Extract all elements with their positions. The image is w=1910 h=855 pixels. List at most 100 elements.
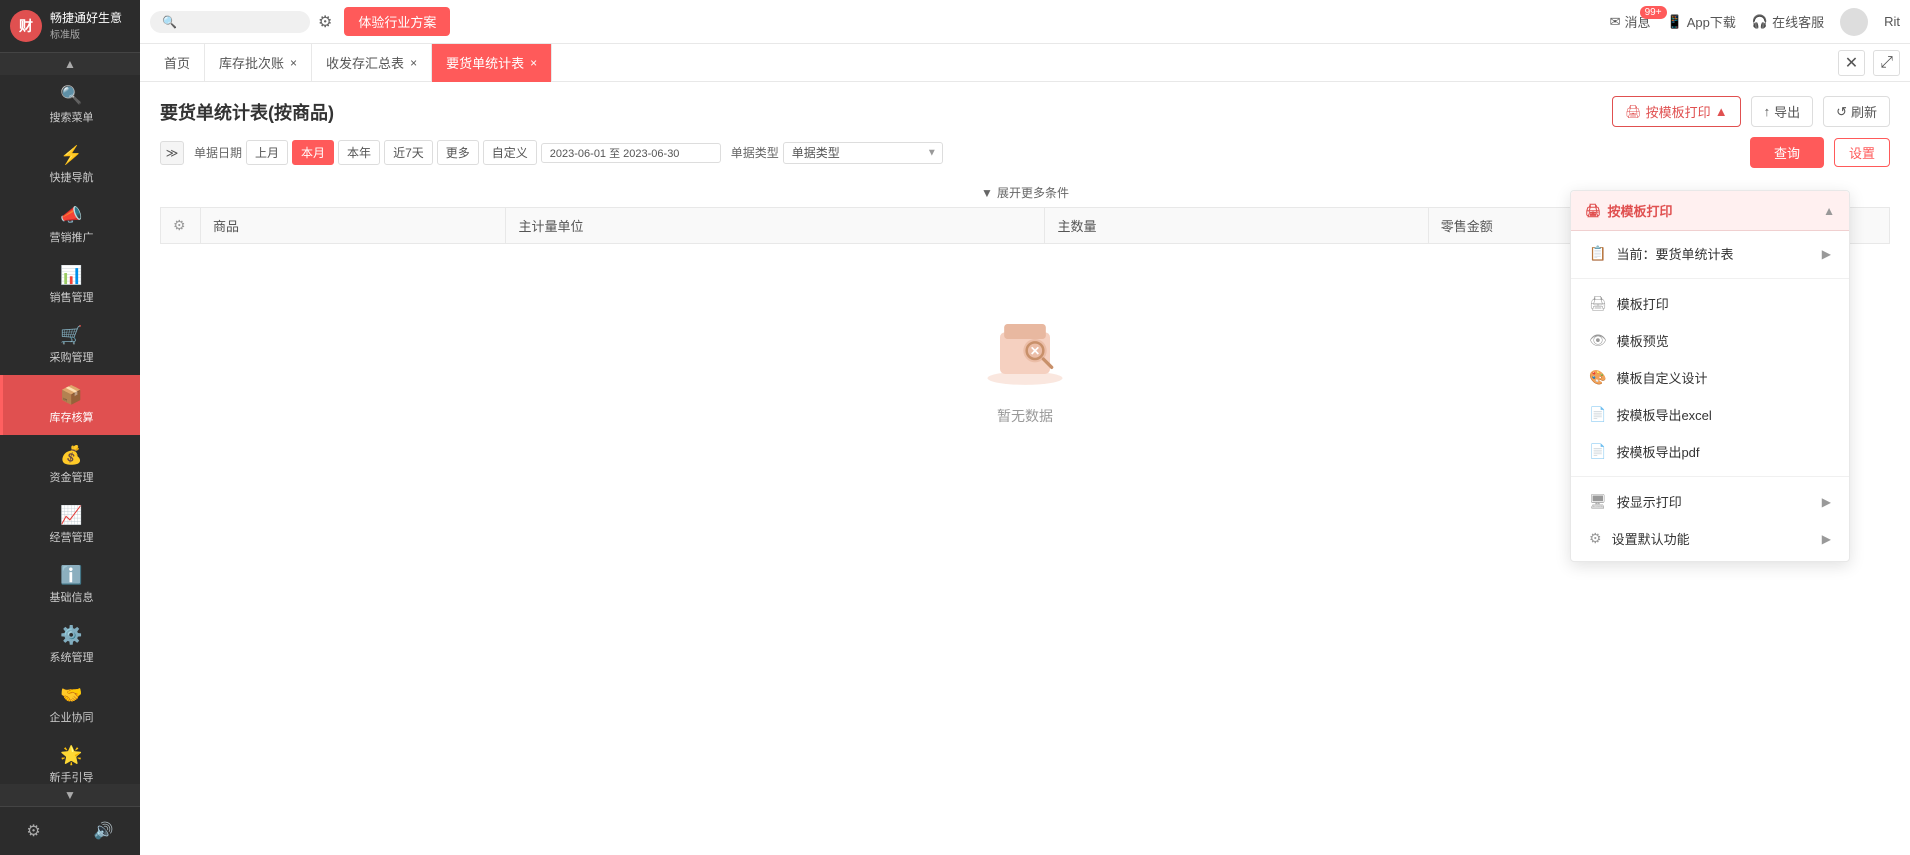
tab-batch-close[interactable]: × <box>290 56 297 70</box>
dropdown-current-section: 📋 当前：要货单统计表 ▶ <box>1571 231 1849 276</box>
sidebar-item-enterprise[interactable]: 🤝 企业协同 <box>0 675 140 735</box>
empty-text: 暂无数据 <box>997 406 1053 426</box>
sidebar-item-shortcut[interactable]: ⚡ 快捷导航 <box>0 135 140 195</box>
th-qty: 主数量 <box>1045 208 1428 244</box>
dropdown-default-func[interactable]: ⚙ 设置默认功能 ▶ <box>1571 520 1849 557</box>
guide-nav-icon: 🌟 <box>60 745 82 766</box>
system-nav-icon: ⚙️ <box>60 625 82 646</box>
date-btn-this-year[interactable]: 本年 <box>338 140 380 165</box>
scroll-down-button[interactable]: ▼ <box>64 788 76 802</box>
date-btn-custom[interactable]: 自定义 <box>483 140 537 165</box>
inventory-nav-icon: 📦 <box>60 385 82 406</box>
online-service-button[interactable]: 🎧 在线客服 <box>1752 12 1824 31</box>
messages-icon: ✉ <box>1610 14 1621 30</box>
date-range-input[interactable] <box>541 143 721 163</box>
scroll-up-button[interactable]: ▲ <box>64 57 76 71</box>
tab-home[interactable]: 首页 <box>150 44 205 82</box>
purchase-nav-icon: 🛒 <box>60 325 82 346</box>
sidebar: 财 畅捷通好生意 标准版 ▲ 🔍 搜索菜单 ⚡ 快捷导航 📣 营销推广 📊 销售… <box>0 0 140 855</box>
tab-order-stats-close[interactable]: × <box>530 56 537 70</box>
template-pdf-label: 按模板导出pdf <box>1616 442 1699 461</box>
sidebar-item-finance[interactable]: 💰 资金管理 <box>0 435 140 495</box>
logo-text-block: 畅捷通好生意 标准版 <box>50 11 122 42</box>
dropdown-print-icon: 🖨 <box>1585 203 1602 219</box>
dropdown-display-left: 🖥 按显示打印 <box>1589 492 1682 511</box>
sidebar-item-sales[interactable]: 📊 销售管理 <box>0 255 140 315</box>
tab-order-stats[interactable]: 要货单统计表 × <box>432 44 552 82</box>
print-button[interactable]: 🖨 按模板打印 ▲ <box>1612 96 1740 127</box>
settings-icon[interactable]: ⚙ <box>22 817 44 845</box>
dropdown-current-label: 当前：要货单统计表 <box>1616 244 1733 263</box>
date-filter-group: 单据日期 上月 本月 本年 近7天 更多 自定义 <box>194 140 721 165</box>
table-gear-icon[interactable]: ⚙ <box>173 217 186 233</box>
dropdown-item-template-design[interactable]: 🎨 模板自定义设计 <box>1571 359 1849 396</box>
tabs-bar: 首页 库存批次账 × 收发存汇总表 × 要货单统计表 × ✕ ⤢ <box>140 44 1910 82</box>
date-btn-more[interactable]: 更多 <box>437 140 479 165</box>
sidebar-item-label-basic: 基础信息 <box>50 589 94 605</box>
sidebar-item-search[interactable]: 🔍 搜索菜单 <box>0 75 140 135</box>
dropdown-current-item[interactable]: 📋 当前：要货单统计表 ▶ <box>1571 235 1849 272</box>
print-label: 按模板打印 <box>1646 102 1711 121</box>
tab-expand-button[interactable]: ⤢ <box>1873 50 1900 76</box>
tab-receipts[interactable]: 收发存汇总表 × <box>312 44 432 82</box>
display-print-icon: 🖥 <box>1589 493 1607 510</box>
username-label[interactable]: Rit <box>1884 14 1900 29</box>
action-buttons: 查询 设置 <box>1750 137 1890 168</box>
topbar-gear-icon[interactable]: ⚙ <box>318 12 332 32</box>
sidebar-item-marketing[interactable]: 📣 营销推广 <box>0 195 140 255</box>
app-download-icon: 📱 <box>1667 14 1683 30</box>
template-preview-label: 模板预览 <box>1617 331 1669 350</box>
scroll-up-area: ▲ <box>0 53 140 75</box>
export-label: 导出 <box>1774 102 1800 121</box>
sound-icon[interactable]: 🔊 <box>90 817 118 845</box>
page-title: 要货单统计表(按商品) <box>160 99 334 125</box>
header-actions: 🖨 按模板打印 ▲ ↑ 导出 ↺ 刷新 <box>1612 96 1890 127</box>
tab-receipts-close[interactable]: × <box>410 56 417 70</box>
trial-button[interactable]: 体验行业方案 <box>344 7 450 36</box>
filter-expand-icon-btn[interactable]: ≫ <box>160 141 184 165</box>
dropdown-item-template-excel[interactable]: 📄 按模板导出excel <box>1571 396 1849 433</box>
refresh-label: 刷新 <box>1851 102 1877 121</box>
export-button[interactable]: ↑ 导出 <box>1751 96 1814 127</box>
dropdown-item-template-preview[interactable]: 👁 模板预览 <box>1571 322 1849 359</box>
dropdown-item-template-print[interactable]: 🖨 模板打印 <box>1571 285 1849 322</box>
sidebar-item-label-enterprise: 企业协同 <box>50 709 94 725</box>
date-btn-7days[interactable]: 近7天 <box>384 140 433 165</box>
sidebar-item-basic[interactable]: ℹ️ 基础信息 <box>0 555 140 615</box>
topbar-search[interactable]: 🔍 <box>150 11 310 33</box>
avatar[interactable] <box>1840 8 1868 36</box>
app-download-button[interactable]: 📱 App下载 <box>1667 12 1736 31</box>
messages-button[interactable]: ✉ 消息 99+ <box>1610 12 1651 31</box>
dropdown-collapse-button[interactable]: ▲ <box>1823 204 1835 218</box>
sidebar-item-guide[interactable]: 🌟 新手引导 <box>0 735 140 784</box>
template-design-icon: 🎨 <box>1589 369 1606 386</box>
logo-title: 畅捷通好生意 <box>50 11 122 27</box>
sidebar-item-system[interactable]: ⚙️ 系统管理 <box>0 615 140 675</box>
sidebar-item-label-guide: 新手引导 <box>50 769 94 784</box>
sidebar-item-inventory[interactable]: 📦 库存核算 <box>0 375 140 435</box>
dropdown-current-left: 📋 当前：要货单统计表 <box>1589 244 1733 263</box>
type-select[interactable]: 单据类型 <box>783 142 943 164</box>
date-btn-last-month[interactable]: 上月 <box>246 140 288 165</box>
date-filter-label: 单据日期 <box>194 144 242 161</box>
type-filter-label: 单据类型 <box>731 144 779 161</box>
topbar-search-icon: 🔍 <box>162 15 177 29</box>
default-func-icon: ⚙ <box>1589 530 1602 547</box>
settings-button[interactable]: 设置 <box>1834 138 1890 167</box>
expand-more-icon: ▼ <box>981 186 993 200</box>
default-func-arrow: ▶ <box>1822 532 1831 546</box>
tab-close-all-button[interactable]: ✕ <box>1838 50 1865 76</box>
tab-order-stats-label: 要货单统计表 <box>446 53 524 72</box>
export-icon: ↑ <box>1764 104 1771 119</box>
dropdown-item-template-pdf[interactable]: 📄 按模板导出pdf <box>1571 433 1849 470</box>
date-btn-this-month[interactable]: 本月 <box>292 140 334 165</box>
tab-batch[interactable]: 库存批次账 × <box>205 44 312 82</box>
topbar-right: ✉ 消息 99+ 📱 App下载 🎧 在线客服 Rit <box>1610 8 1900 36</box>
sidebar-item-business[interactable]: 📈 经营管理 <box>0 495 140 555</box>
dropdown-divider-2 <box>1571 476 1849 477</box>
dropdown-display-print[interactable]: 🖥 按显示打印 ▶ <box>1571 483 1849 520</box>
refresh-button[interactable]: ↺ 刷新 <box>1823 96 1890 127</box>
sidebar-item-purchase[interactable]: 🛒 采购管理 <box>0 315 140 375</box>
query-button[interactable]: 查询 <box>1750 137 1824 168</box>
template-print-icon: 🖨 <box>1589 295 1607 312</box>
